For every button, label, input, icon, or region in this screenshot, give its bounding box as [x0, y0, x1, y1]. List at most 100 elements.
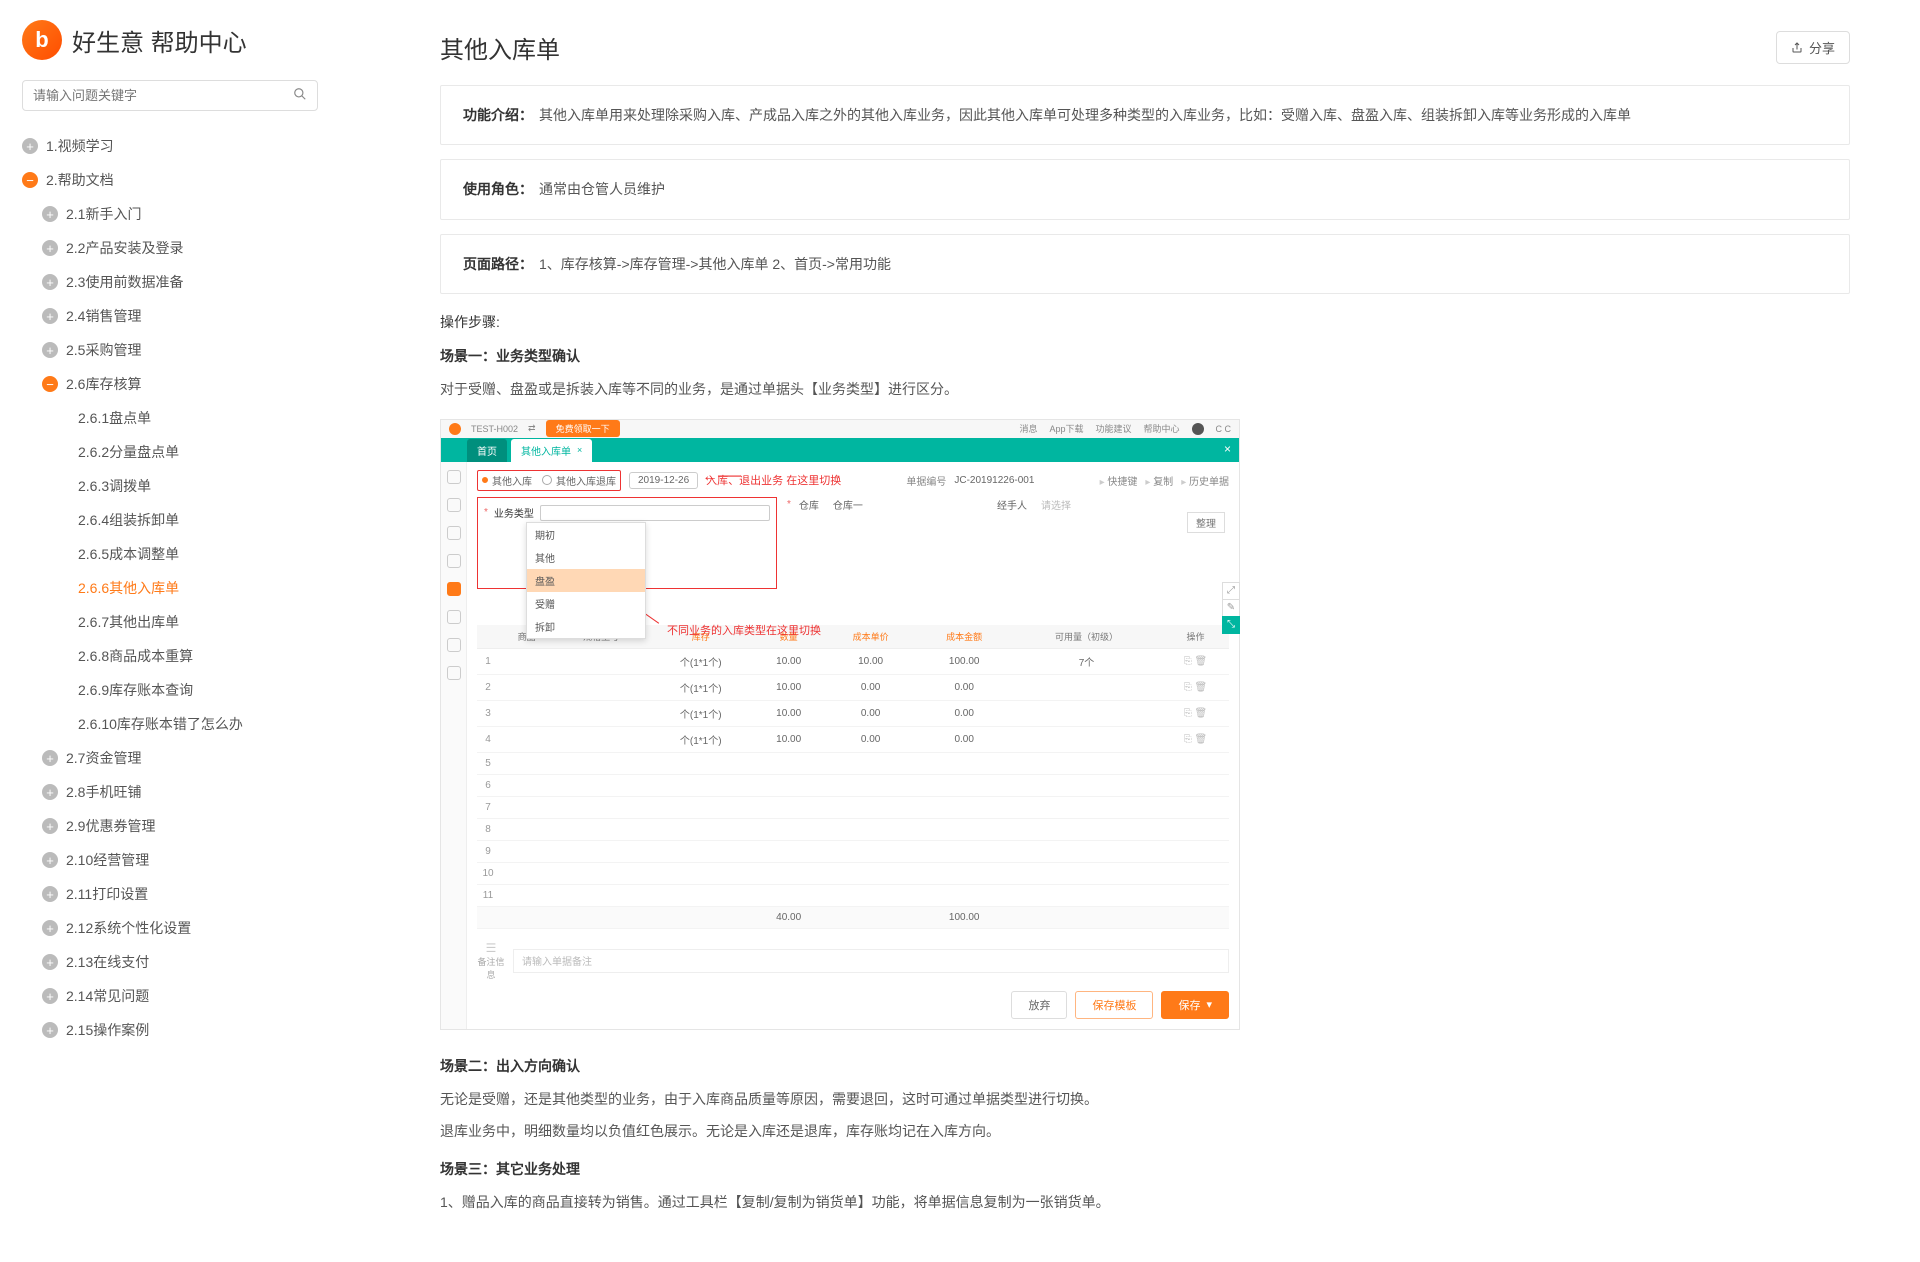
tool-icon[interactable]: ✎	[1222, 599, 1240, 617]
plus-icon: +	[42, 342, 58, 358]
search-icon[interactable]	[293, 87, 307, 104]
nav-item[interactable]: 2.6.9库存账本查询	[22, 673, 318, 707]
nav-item[interactable]: +2.10经营管理	[22, 843, 318, 877]
table-row[interactable]: 10	[477, 862, 1229, 884]
nav-item[interactable]: +2.12系统个性化设置	[22, 911, 318, 945]
table-row[interactable]: 2个(1*1个)10.000.000.00⎘ 🗑	[477, 674, 1229, 700]
share-button[interactable]: 分享	[1776, 31, 1850, 64]
nav-item[interactable]: 2.6.1盘点单	[22, 401, 318, 435]
rail-icon[interactable]	[447, 638, 461, 652]
top-link-msg[interactable]: 消息	[1019, 422, 1037, 435]
free-pill[interactable]: 免费领取一下	[546, 420, 620, 437]
table-row[interactable]: 1个(1*1个)10.0010.00100.007个⎘ 🗑	[477, 648, 1229, 674]
plus-icon: +	[42, 240, 58, 256]
nav-item[interactable]: +2.3使用前数据准备	[22, 265, 318, 299]
doc-type-switch[interactable]: 其他入库 其他入库退库	[477, 470, 621, 491]
dropdown-option[interactable]: 期初	[527, 523, 645, 546]
table-row[interactable]: 5	[477, 752, 1229, 774]
dropdown-option[interactable]: 其他	[527, 546, 645, 569]
table-row[interactable]: 7	[477, 796, 1229, 818]
tab-other-inbound[interactable]: 其他入库单×	[511, 439, 592, 462]
table-row[interactable]: 4个(1*1个)10.000.000.00⎘ 🗑	[477, 726, 1229, 752]
nav-item[interactable]: 2.6.10库存账本错了怎么办	[22, 707, 318, 741]
dropdown-option[interactable]: 拆卸	[527, 615, 645, 638]
rail-icon[interactable]	[447, 610, 461, 624]
nav-item[interactable]: 2.6.8商品成本重算	[22, 639, 318, 673]
top-link-app[interactable]: App下载	[1049, 422, 1083, 435]
minus-icon: −	[22, 172, 38, 188]
toolbar-shortcut[interactable]: 快捷键	[1100, 473, 1138, 488]
nav-item[interactable]: +2.15操作案例	[22, 1013, 318, 1047]
nav-item[interactable]: +1.视频学习	[22, 129, 318, 163]
close-icon[interactable]: ×	[577, 445, 582, 455]
path-card: 页面路径：1、库存核算->库存管理->其他入库单 2、首页->常用功能	[440, 234, 1850, 294]
save-button[interactable]: 保存▾	[1161, 991, 1229, 1019]
nav-item[interactable]: +2.4销售管理	[22, 299, 318, 333]
biz-type-select[interactable]	[540, 505, 770, 521]
table-row[interactable]: 3个(1*1个)10.000.000.00⎘ 🗑	[477, 700, 1229, 726]
dropdown-option[interactable]: 受赠	[527, 592, 645, 615]
date-input[interactable]: 2019-12-26	[629, 472, 698, 489]
nav-item[interactable]: 2.6.4组装拆卸单	[22, 503, 318, 537]
nav-item[interactable]: +2.9优惠券管理	[22, 809, 318, 843]
main-content: 其他入库单 分享 功能介绍：其他入库单用来处理除采购入库、产成品入库之外的其他入…	[340, 0, 1920, 1262]
rail-icon[interactable]	[447, 554, 461, 568]
nav-item[interactable]: 2.6.7其他出库单	[22, 605, 318, 639]
doc-no: JC-20191226-001	[954, 475, 1034, 486]
tool-icon[interactable]: ⤡	[1222, 616, 1240, 634]
nav-item[interactable]: 2.6.3调拨单	[22, 469, 318, 503]
warehouse-select[interactable]: 仓库一	[827, 496, 917, 513]
tidy-button[interactable]: 整理	[1187, 512, 1225, 533]
toolbar-history[interactable]: 历史单据	[1181, 473, 1229, 488]
nav-item[interactable]: +2.8手机旺铺	[22, 775, 318, 809]
nav-item[interactable]: +2.7资金管理	[22, 741, 318, 775]
rail-icon[interactable]	[447, 666, 461, 680]
nav-item-label: 2.10经营管理	[66, 850, 149, 870]
nav-item[interactable]: +2.14常见问题	[22, 979, 318, 1013]
tab-home[interactable]: 首页	[467, 439, 507, 462]
scene2-p1: 无论是受赠，还是其他类型的业务，由于入库商品质量等原因，需要退回，这时可通过单据…	[440, 1086, 1850, 1113]
tabs-close-icon[interactable]: ×	[1224, 442, 1231, 456]
nav-item[interactable]: −2.帮助文档	[22, 163, 318, 197]
handler-label: 经手人	[997, 497, 1027, 512]
discard-button[interactable]: 放弃	[1011, 991, 1067, 1019]
toolbar-copy[interactable]: 复制	[1145, 473, 1173, 488]
table-row[interactable]: 11	[477, 884, 1229, 906]
nav-item-label: 2.6.10库存账本错了怎么办	[78, 714, 243, 734]
nav-item[interactable]: +2.13在线支付	[22, 945, 318, 979]
nav-item[interactable]: +2.5采购管理	[22, 333, 318, 367]
search-input[interactable]	[33, 88, 293, 103]
nav-item[interactable]: 2.6.5成本调整单	[22, 537, 318, 571]
table-row[interactable]: 8	[477, 818, 1229, 840]
nav-item[interactable]: +2.2产品安装及登录	[22, 231, 318, 265]
table-row[interactable]: 9	[477, 840, 1229, 862]
plus-icon: +	[42, 852, 58, 868]
intro-card: 功能介绍：其他入库单用来处理除采购入库、产成品入库之外的其他入库业务，因此其他入…	[440, 85, 1850, 145]
nav-item[interactable]: +2.11打印设置	[22, 877, 318, 911]
top-link-feedback[interactable]: 功能建议	[1095, 422, 1131, 435]
search-box[interactable]	[22, 80, 318, 111]
radio-inbound[interactable]: 其他入库	[492, 473, 532, 488]
nav-item[interactable]: +2.1新手入门	[22, 197, 318, 231]
app-side-rail	[441, 462, 467, 1029]
nav-item[interactable]: 2.6.6其他入库单	[22, 571, 318, 605]
nav-item-label: 2.2产品安装及登录	[66, 238, 183, 258]
rail-icon[interactable]	[447, 470, 461, 484]
radio-return[interactable]: 其他入库退库	[556, 473, 616, 488]
rail-icon[interactable]	[447, 498, 461, 512]
avatar[interactable]	[1192, 423, 1204, 435]
nav-item[interactable]: 2.6.2分量盘点单	[22, 435, 318, 469]
nav-item[interactable]: −2.6库存核算	[22, 367, 318, 401]
handler-select[interactable]: 请选择	[1035, 496, 1125, 513]
dropdown-option[interactable]: 盘盈	[527, 569, 645, 592]
tool-icon[interactable]: ⤢	[1222, 582, 1240, 600]
note-input[interactable]: 请输入单据备注	[513, 949, 1229, 973]
plus-icon: +	[42, 274, 58, 290]
app-logo-icon	[449, 423, 461, 435]
biz-type-dropdown[interactable]: 期初其他盘盈受赠拆卸	[526, 522, 646, 639]
save-template-button[interactable]: 保存模板	[1075, 991, 1153, 1019]
table-row[interactable]: 6	[477, 774, 1229, 796]
rail-icon-active[interactable]	[447, 582, 461, 596]
top-link-help[interactable]: 帮助中心	[1143, 422, 1179, 435]
rail-icon[interactable]	[447, 526, 461, 540]
